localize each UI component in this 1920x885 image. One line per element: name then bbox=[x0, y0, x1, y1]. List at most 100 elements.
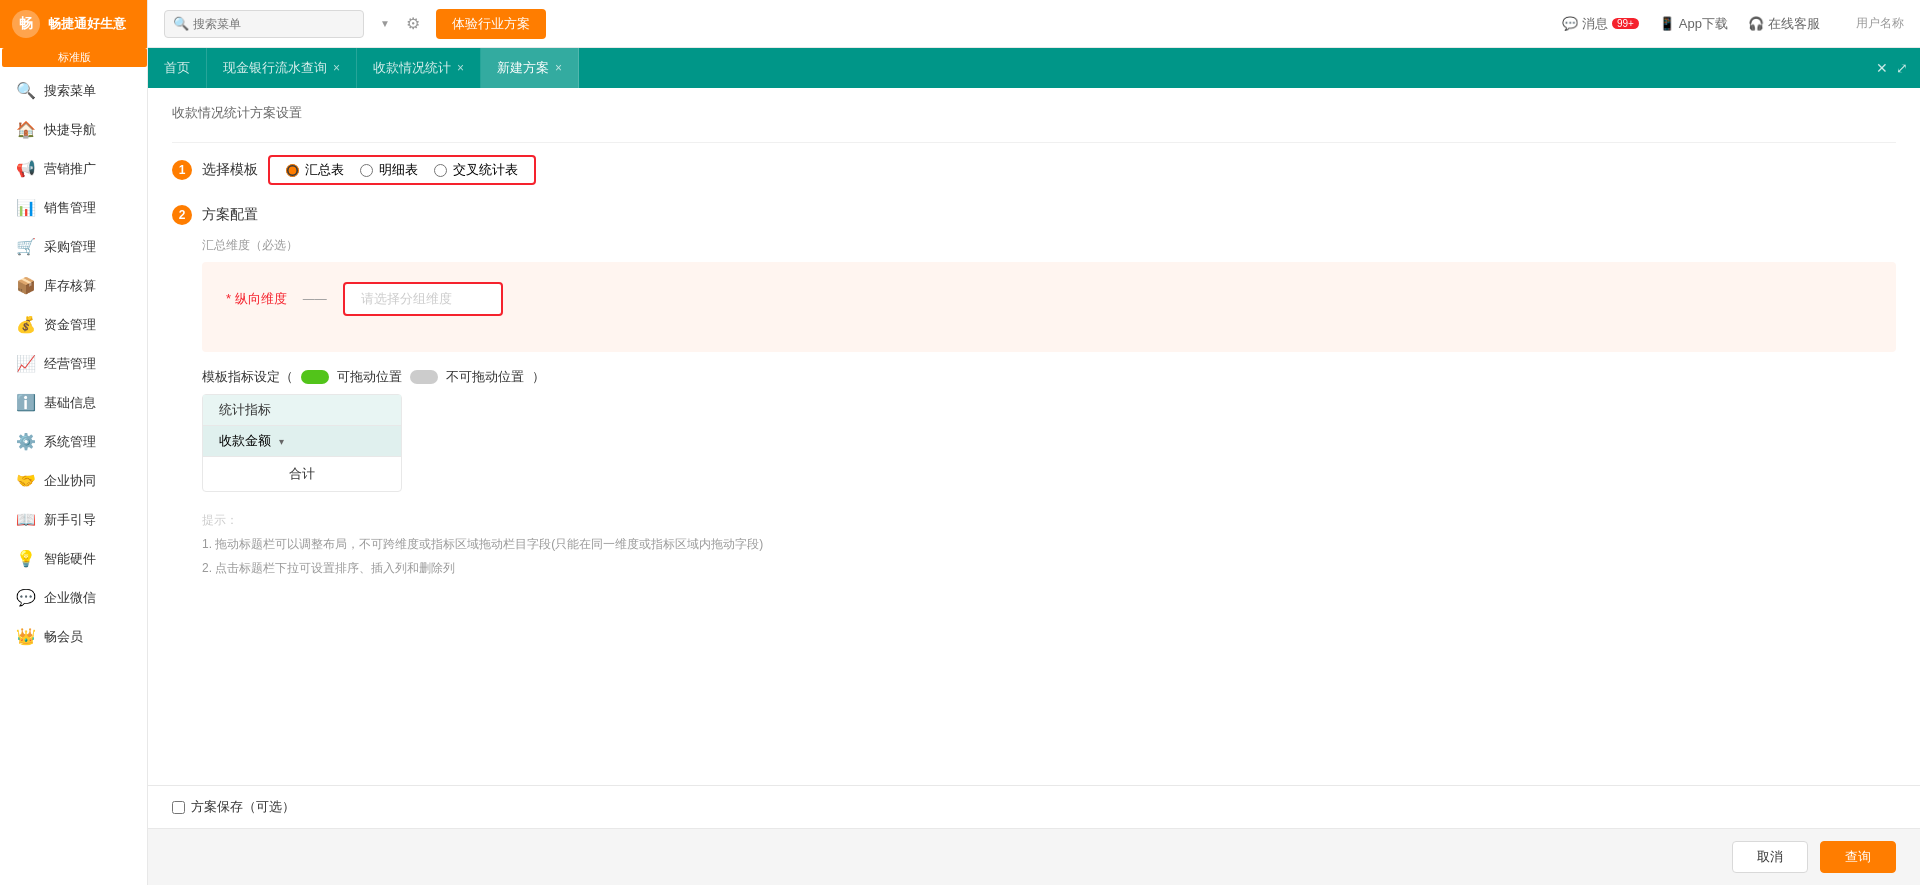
sidebar-item-hardware[interactable]: 💡智能硬件 bbox=[0, 539, 147, 578]
sidebar-item-label: 系统管理 bbox=[44, 433, 96, 451]
tips-title: 提示： bbox=[202, 513, 238, 527]
sales-icon: 📊 bbox=[16, 198, 34, 217]
marketing-icon: 📢 bbox=[16, 159, 34, 178]
sidebar-item-label: 营销推广 bbox=[44, 160, 96, 178]
draggable-text: 可拖动位置 bbox=[337, 368, 402, 386]
dimension-select[interactable]: 请选择分组维度 bbox=[343, 282, 503, 316]
tips-section: 提示： 1. 拖动标题栏可以调整布局，不可跨维度或指标区域拖动栏目字段(只能在同… bbox=[202, 508, 1896, 580]
step1-title: 选择模板 bbox=[202, 161, 258, 179]
tab-receipt-stat-label: 收款情况统计 bbox=[373, 59, 451, 77]
download-icon: 📱 bbox=[1659, 16, 1675, 31]
corp-icon: 🤝 bbox=[16, 471, 34, 490]
metrics-label-suffix: ） bbox=[532, 368, 545, 386]
metrics-label-text: 模板指标设定（ bbox=[202, 368, 293, 386]
sidebar-item-wechat[interactable]: 💬企业微信 bbox=[0, 578, 147, 617]
topbar-actions: 💬 消息 99+ 📱 App下载 🎧 在线客服 用户名称 bbox=[1562, 15, 1904, 33]
draggable-indicator bbox=[301, 370, 329, 384]
radio-cross-label: 交叉统计表 bbox=[453, 161, 518, 179]
guide-icon: 📖 bbox=[16, 510, 34, 529]
vertical-dimension-label: 纵向维度 bbox=[226, 290, 287, 308]
footer-buttons: 取消 查询 bbox=[148, 828, 1920, 885]
sidebar-item-label: 基础信息 bbox=[44, 394, 96, 412]
sidebar-item-system[interactable]: ⚙️ 系统管理 bbox=[0, 422, 147, 461]
sidebar-item-finance[interactable]: 💰 资金管理 bbox=[0, 305, 147, 344]
sidebar-item-label: 快捷导航 bbox=[44, 121, 96, 139]
sidebar-item-sales[interactable]: 📊销售管理 bbox=[0, 188, 147, 227]
download-label: App下载 bbox=[1679, 15, 1728, 33]
search-dropdown-icon[interactable]: ▼ bbox=[380, 18, 390, 29]
save-option-label[interactable]: 方案保存（可选） bbox=[172, 798, 1896, 816]
dimension-arrow: —— bbox=[303, 292, 327, 306]
radio-detail-input[interactable] bbox=[360, 164, 373, 177]
dimension-config-label: 汇总维度（必选） bbox=[202, 237, 1896, 254]
management-icon: 📈 bbox=[16, 354, 34, 373]
sidebar-item-management[interactable]: 📈 经营管理 bbox=[0, 344, 147, 383]
radio-detail[interactable]: 明细表 bbox=[360, 161, 418, 179]
dimension-label-text: 汇总维度（必选） bbox=[202, 238, 298, 252]
industry-solution-button[interactable]: 体验行业方案 bbox=[436, 9, 546, 39]
search-bar[interactable]: 🔍 bbox=[164, 10, 364, 38]
tab-cash-flow-close[interactable]: × bbox=[333, 62, 340, 74]
metrics-total-row: 合计 bbox=[203, 457, 401, 491]
sidebar-item-inventory[interactable]: 📦 库存核算 bbox=[0, 266, 147, 305]
page-title: 收款情况统计方案设置 bbox=[172, 104, 1896, 130]
cancel-button[interactable]: 取消 bbox=[1732, 841, 1808, 873]
tabbar-controls: ✕ ⤢ bbox=[1864, 48, 1920, 88]
expand-window-icon[interactable]: ⤢ bbox=[1896, 60, 1908, 76]
radio-cross-input[interactable] bbox=[434, 164, 447, 177]
tab-cash-flow[interactable]: 现金银行流水查询 × bbox=[207, 48, 357, 88]
col-header-dropdown-icon[interactable]: ▾ bbox=[279, 436, 284, 447]
radio-detail-label: 明细表 bbox=[379, 161, 418, 179]
step2-number: 2 bbox=[172, 205, 192, 225]
tab-new-plan[interactable]: 新建方案 × bbox=[481, 48, 579, 88]
inventory-icon: 📦 bbox=[16, 276, 34, 295]
sidebar-item-quicknav[interactable]: 🏠 快捷导航 bbox=[0, 110, 147, 149]
settings-icon[interactable]: ⚙ bbox=[406, 14, 420, 33]
tab-receipt-stat[interactable]: 收款情况统计 × bbox=[357, 48, 481, 88]
step1-header: 1 选择模板 汇总表 明细表 bbox=[172, 155, 1896, 185]
support-action[interactable]: 🎧 在线客服 bbox=[1748, 15, 1820, 33]
radio-summary[interactable]: 汇总表 bbox=[286, 161, 344, 179]
support-icon: 🎧 bbox=[1748, 16, 1764, 31]
tip-item-2: 2. 点击标题栏下拉可设置排序、插入列和删除列 bbox=[202, 556, 1896, 580]
sidebar-item-label: 库存核算 bbox=[44, 277, 96, 295]
user-name[interactable]: 用户名称 bbox=[1856, 15, 1904, 32]
logo-icon: 畅 bbox=[12, 10, 40, 38]
save-checkbox[interactable] bbox=[172, 801, 185, 814]
tab-new-plan-close[interactable]: × bbox=[555, 62, 562, 74]
tab-home[interactable]: 首页 bbox=[148, 48, 207, 88]
purchase-icon: 🛒 bbox=[16, 237, 34, 256]
finance-icon: 💰 bbox=[16, 315, 34, 334]
home-icon: 🏠 bbox=[16, 120, 34, 139]
query-button[interactable]: 查询 bbox=[1820, 841, 1896, 873]
sidebar-item-search[interactable]: 🔍搜索菜单 bbox=[0, 71, 147, 110]
system-icon: ⚙️ bbox=[16, 432, 34, 451]
step2-section: 2 方案配置 汇总维度（必选） 纵向维度 —— 请选择分组 bbox=[172, 205, 1896, 580]
message-label: 消息 bbox=[1582, 15, 1608, 33]
message-action[interactable]: 💬 消息 99+ bbox=[1562, 15, 1639, 33]
radio-cross[interactable]: 交叉统计表 bbox=[434, 161, 518, 179]
tab-receipt-stat-close[interactable]: × bbox=[457, 62, 464, 74]
sidebar-item-marketing[interactable]: 📢 营销推广 bbox=[0, 149, 147, 188]
sidebar-item-member[interactable]: 👑畅会员 bbox=[0, 617, 147, 656]
sidebar-item-label: 资金管理 bbox=[44, 316, 96, 334]
main-content: 🔍 ▼ ⚙ 体验行业方案 💬 消息 99+ 📱 App下载 🎧 在线客服 用户名… bbox=[148, 0, 1920, 885]
close-window-icon[interactable]: ✕ bbox=[1876, 60, 1888, 76]
sidebar-item-corp[interactable]: 🤝企业协同 bbox=[0, 461, 147, 500]
download-action[interactable]: 📱 App下载 bbox=[1659, 15, 1728, 33]
no-drag-text: 不可拖动位置 bbox=[446, 368, 524, 386]
wechat-icon: 💬 bbox=[16, 588, 34, 607]
search-input[interactable] bbox=[193, 17, 355, 31]
template-select-box: 汇总表 明细表 交叉统计表 bbox=[268, 155, 536, 185]
sidebar-item-purchase[interactable]: 🛒采购管理 bbox=[0, 227, 147, 266]
radio-summary-input[interactable] bbox=[286, 164, 299, 177]
support-label: 在线客服 bbox=[1768, 15, 1820, 33]
sidebar-item-guide[interactable]: 📖新手引导 bbox=[0, 500, 147, 539]
sidebar-item-label: 经营管理 bbox=[44, 355, 96, 373]
logo-text: 畅捷通好生意 bbox=[48, 15, 126, 33]
sidebar: 畅 畅捷通好生意 标准版 🔍搜索菜单 🏠快捷导航 📢营销推广 📊销售管理 🛒采购… bbox=[0, 0, 148, 885]
message-badge: 99+ bbox=[1612, 18, 1639, 29]
bottom-bar: 方案保存（可选） bbox=[148, 785, 1920, 828]
total-label: 合计 bbox=[289, 466, 315, 481]
sidebar-item-basicinfo[interactable]: ℹ️基础信息 bbox=[0, 383, 147, 422]
